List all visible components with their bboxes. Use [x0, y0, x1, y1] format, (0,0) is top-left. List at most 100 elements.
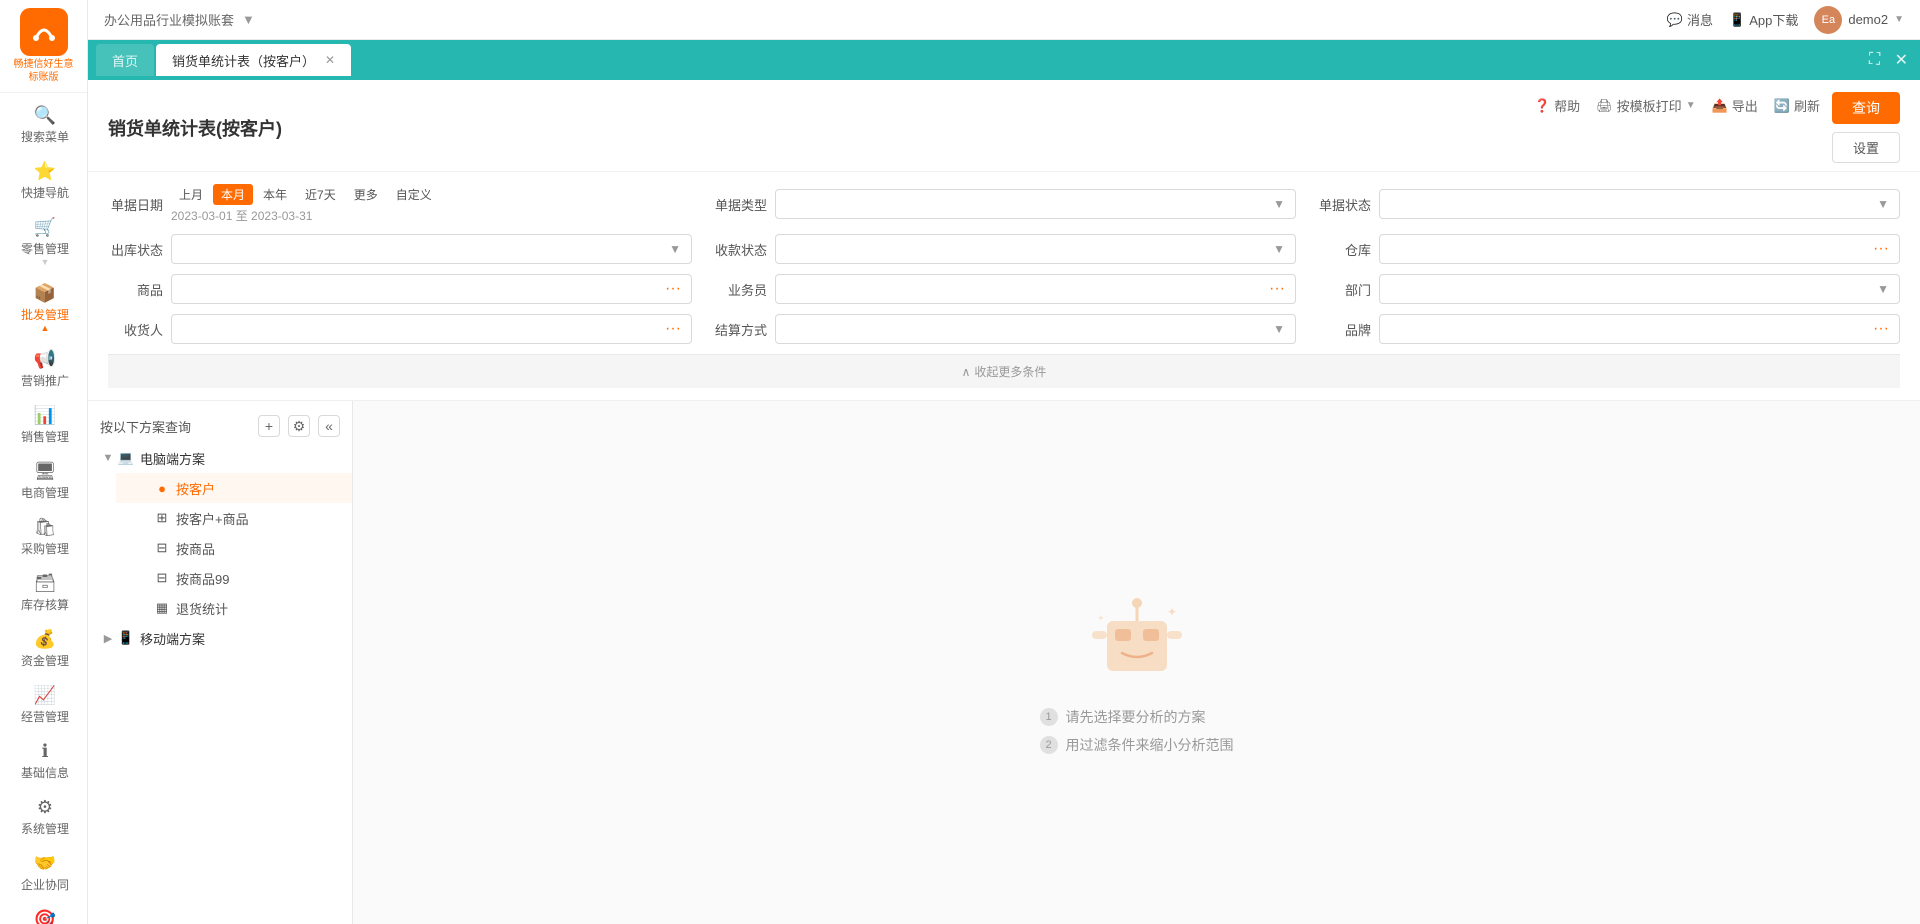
sidebar-item-operation[interactable]: 📈 经营管理 — [0, 677, 87, 733]
date-btn-last-month[interactable]: 上月 — [171, 184, 211, 205]
settings-button[interactable]: 设置 — [1832, 132, 1900, 163]
sidebar-item-finance[interactable]: 💰 资金管理 — [0, 621, 87, 677]
search-icon: 🔍 — [34, 105, 56, 126]
brand-label: 品牌 — [1316, 320, 1371, 339]
retail-icon: 🛒 — [34, 217, 56, 238]
sidebar-item-search[interactable]: 🔍 搜索菜单 — [0, 97, 87, 153]
tab-close-icon[interactable]: ✕ — [325, 53, 335, 67]
tree-item-mobile[interactable]: ▶ 📱 移动端方案 — [88, 623, 352, 653]
tab-bar: 首页 销货单统计表（按客户） ✕ ⛶ ✕ — [88, 40, 1920, 80]
left-panel-header: 按以下方案查询 + ⚙ « — [88, 409, 352, 443]
app-download-button[interactable]: 📱 App下载 — [1729, 10, 1798, 29]
header-right: 💬 消息 📱 App下载 Ea demo2 ▼ — [1667, 6, 1904, 34]
page-title: 销货单统计表(按客户) — [108, 115, 282, 141]
tree-item-by-customer-goods[interactable]: ⊞ 按客户+商品 — [116, 503, 352, 533]
newbie-icon: 🎯 — [34, 909, 56, 924]
sales-icon: 📊 — [34, 405, 56, 426]
receive-status-input[interactable]: ▼ — [775, 234, 1296, 264]
filter-row-4: 收货人 ··· 结算方式 ▼ 品牌 — [108, 314, 1900, 344]
collapse-panel-button[interactable]: « — [318, 415, 340, 437]
tree-item-desktop[interactable]: ▼ 💻 电脑端方案 — [88, 443, 352, 473]
filter-date: 单据日期 上月 本月 本年 近7天 更多 自定义 2023-03-01 至 20… — [108, 184, 692, 224]
message-icon: 💬 — [1667, 12, 1683, 28]
export-button[interactable]: 📤 导出 — [1712, 96, 1758, 115]
logo-text: 畅捷信好生意 标账版 — [14, 58, 74, 84]
refresh-button[interactable]: 🔄 刷新 — [1774, 96, 1820, 115]
message-button[interactable]: 💬 消息 — [1667, 10, 1713, 29]
date-btn-7days[interactable]: 近7天 — [297, 184, 344, 205]
add-scheme-button[interactable]: + — [258, 415, 280, 437]
tree-toggle-icon: ▼ — [100, 450, 116, 466]
maximize-icon: ⛶ — [1869, 51, 1880, 69]
receiver-input[interactable]: ··· — [171, 314, 692, 344]
wholesale-icon: 📦 — [34, 283, 56, 304]
sidebar-item-wholesale[interactable]: 📦 批发管理 ▲ — [0, 275, 87, 341]
tree-item-by-goods-99[interactable]: ⊟ 按商品99 — [116, 563, 352, 593]
doc-type-input[interactable]: ▼ — [775, 189, 1296, 219]
warehouse-label: 仓库 — [1316, 240, 1371, 259]
out-status-input[interactable]: ▼ — [171, 234, 692, 264]
sidebar-item-retail[interactable]: 🛒 零售管理 ▼ — [0, 209, 87, 275]
tree-item-by-customer[interactable]: ● 按客户 — [116, 473, 352, 503]
filter-dept: 部门 ▼ — [1316, 274, 1900, 304]
tab-home[interactable]: 首页 — [96, 44, 154, 76]
main-area: 办公用品行业模拟账套 ▼ 💬 消息 📱 App下载 Ea demo2 ▼ 首 — [88, 0, 1920, 924]
chevron-down-icon: ▼ — [41, 257, 50, 267]
sidebar-item-inventory[interactable]: 🗃 库存核算 — [0, 565, 87, 621]
filter-row-1: 单据日期 上月 本月 本年 近7天 更多 自定义 2023-03-01 至 20… — [108, 184, 1900, 224]
date-btn-this-month[interactable]: 本月 — [213, 184, 253, 205]
avatar: Ea — [1814, 6, 1842, 34]
dropdown-icon: ▼ — [1877, 197, 1889, 211]
warehouse-input[interactable]: ··· — [1379, 234, 1900, 264]
more-icon: ··· — [665, 320, 681, 338]
bar-icon: ▦ — [152, 598, 172, 618]
sidebar-item-ecommerce[interactable]: 🖥 电商管理 — [0, 453, 87, 509]
table-icon: ⊟ — [152, 538, 172, 558]
filter-salesperson: 业务员 ··· — [712, 274, 1296, 304]
user-menu[interactable]: Ea demo2 ▼ — [1814, 6, 1904, 34]
goods-input[interactable]: ··· — [171, 274, 692, 304]
brand-input[interactable]: ··· — [1379, 314, 1900, 344]
dropdown-arrow-icon[interactable]: ▼ — [242, 12, 255, 27]
sidebar-item-newbie[interactable]: 🎯 新手引导 — [0, 901, 87, 924]
receive-status-label: 收款状态 — [712, 240, 767, 259]
print-icon: 🖨 — [1596, 98, 1613, 114]
tip-num-2: 2 — [1040, 736, 1058, 754]
sidebar-item-marketing[interactable]: 📢 营销推广 — [0, 341, 87, 397]
sidebar-item-basic[interactable]: ℹ 基础信息 — [0, 733, 87, 789]
print-button[interactable]: 🖨 按模板打印 ▼ — [1596, 96, 1695, 115]
salesperson-input[interactable]: ··· — [775, 274, 1296, 304]
dropdown-icon: ▼ — [1273, 322, 1285, 336]
tab-close-all-button[interactable]: ✕ — [1891, 50, 1912, 70]
sidebar-item-sales[interactable]: 📊 销售管理 — [0, 397, 87, 453]
help-icon: ❓ — [1534, 98, 1550, 114]
date-btn-custom[interactable]: 自定义 — [388, 184, 440, 205]
dept-input[interactable]: ▼ — [1379, 274, 1900, 304]
svg-text:✦: ✦ — [1097, 613, 1105, 623]
sidebar: 畅捷信好生意 标账版 🔍 搜索菜单 ⭐ 快捷导航 🛒 零售管理 ▼ 📦 批发管理… — [0, 0, 88, 924]
date-btn-more[interactable]: 更多 — [346, 184, 386, 205]
doc-status-label: 单据状态 — [1316, 195, 1371, 214]
doc-status-input[interactable]: ▼ — [1379, 189, 1900, 219]
sidebar-item-system[interactable]: ⚙ 系统管理 — [0, 789, 87, 845]
tab-expand-button[interactable]: ⛶ — [1861, 46, 1889, 74]
help-button[interactable]: ❓ 帮助 — [1534, 96, 1580, 115]
logo-area: 畅捷信好生意 标账版 — [0, 0, 87, 93]
filter-warehouse: 仓库 ··· — [1316, 234, 1900, 264]
collapse-bar[interactable]: ∧ 收起更多条件 — [108, 354, 1900, 388]
date-btn-this-year[interactable]: 本年 — [255, 184, 295, 205]
right-content: ✦ ✦ 1 请先选择要分析的方案 2 用过滤条件来缩小分析范围 — [353, 401, 1920, 924]
print-dropdown-icon: ▼ — [1686, 100, 1696, 111]
query-button[interactable]: 查询 — [1832, 92, 1900, 124]
sidebar-item-enterprise[interactable]: 🤝 企业协同 — [0, 845, 87, 901]
chevron-up-icon: ∧ — [962, 365, 971, 379]
settings-scheme-button[interactable]: ⚙ — [288, 415, 310, 437]
sidebar-item-quick-nav[interactable]: ⭐ 快捷导航 — [0, 153, 87, 209]
settle-input[interactable]: ▼ — [775, 314, 1296, 344]
logo-icon — [20, 8, 68, 56]
sidebar-item-purchase[interactable]: 🛍 采购管理 — [0, 509, 87, 565]
tab-sales-stat[interactable]: 销货单统计表（按客户） ✕ — [156, 44, 351, 76]
tree-item-by-goods[interactable]: ⊟ 按商品 — [116, 533, 352, 563]
tree-item-return-stat[interactable]: ▦ 退货统计 — [116, 593, 352, 623]
download-icon: 📱 — [1729, 12, 1745, 28]
